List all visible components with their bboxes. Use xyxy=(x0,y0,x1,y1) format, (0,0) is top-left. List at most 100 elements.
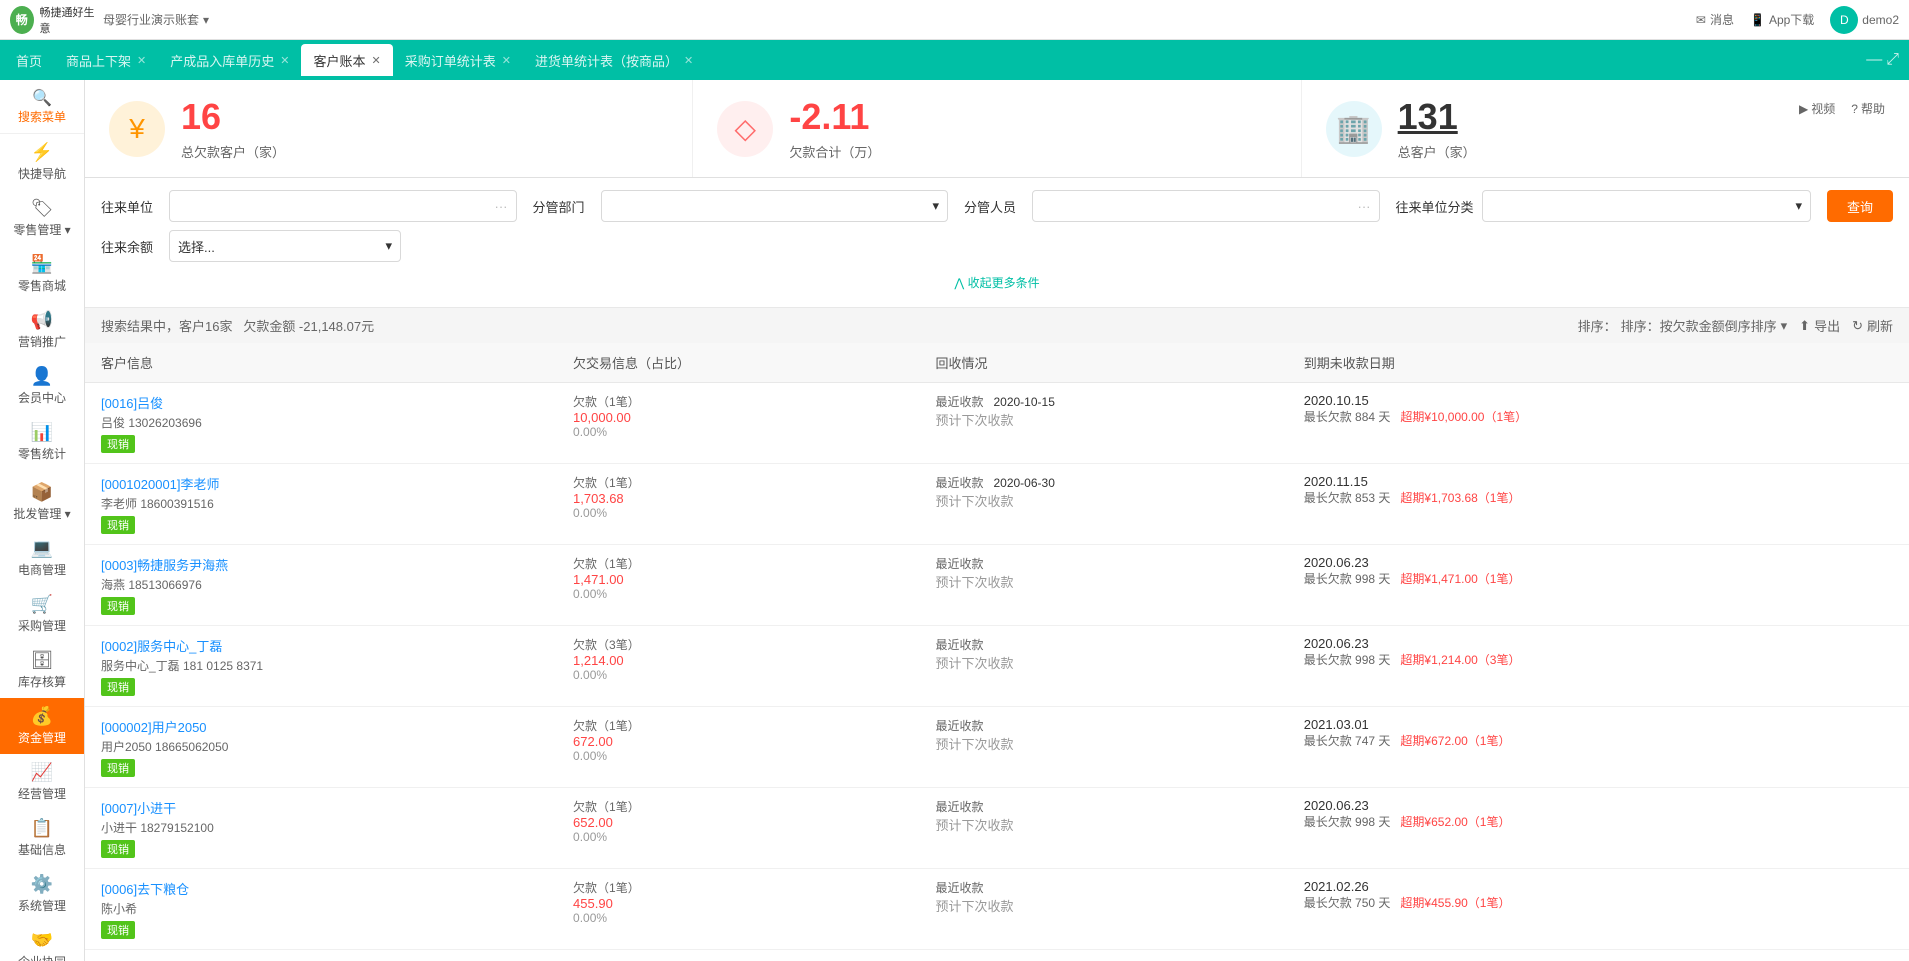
chevron-down-icon: ▾ xyxy=(385,238,392,254)
dept-select[interactable]: ▾ xyxy=(601,190,949,222)
customer-name-link[interactable]: [0002]服务中心_丁磊 xyxy=(101,636,541,655)
debt-pct: 0.00% xyxy=(573,506,903,520)
overdue-days: 最长欠款 853 天 超期¥1,703.68（1笔） xyxy=(1304,489,1893,506)
sidebar-item-basic-info[interactable]: 📋 基础信息 xyxy=(0,810,84,866)
close-icon[interactable]: ✕ xyxy=(137,54,146,67)
customer-tag: 现销 xyxy=(101,516,135,534)
customer-name-link[interactable]: [0003]畅捷服务尹海燕 xyxy=(101,555,541,574)
last-collect-label: 最近收款 xyxy=(935,717,1271,734)
debt-amount: 652.00 xyxy=(573,815,903,830)
debt-pct: 0.00% xyxy=(573,830,903,844)
last-collect-label: 最近收款 2020-06-30 xyxy=(935,474,1271,491)
filter-dept: 分管部门 ▾ xyxy=(533,190,949,222)
stat-total-customers[interactable]: 🏢 131 总客户（家） ▶ 视频 ? 帮助 xyxy=(1302,80,1909,177)
sidebar-item-system[interactable]: ⚙️ 系统管理 xyxy=(0,866,84,922)
balance-select[interactable]: 选择... ▾ xyxy=(169,230,401,262)
app-download-btn[interactable]: 📱 App下载 xyxy=(1750,11,1814,28)
customer-name-link[interactable]: [0016]吕俊 xyxy=(101,393,541,412)
stat-number-overdue-amount: -2.11 xyxy=(789,96,880,138)
sidebar-item-inventory[interactable]: 🗄 库存核算 xyxy=(0,642,84,698)
next-collect-label: 预计下次收款 xyxy=(935,653,1271,672)
sort-selector[interactable]: 排序： 排序：按欠款金额倒序排序 ▾ xyxy=(1578,316,1788,335)
sidebar-item-retail-stat[interactable]: 📊 零售统计 xyxy=(0,414,84,470)
sidebar-item-operation[interactable]: 📈 经营管理 xyxy=(0,754,84,810)
stat-overdue-customers[interactable]: ¥ 16 总欠款客户（家） xyxy=(85,80,693,177)
stat-label-overdue-amount: 欠款合计（万） xyxy=(789,142,880,161)
table-row[interactable]: [0007]小进干 小进干 18279152100 现销 欠款（1笔） 652.… xyxy=(85,788,1909,869)
sidebar-item-retail-mgmt[interactable]: 🏷 零售管理 ▾ xyxy=(0,190,84,246)
sidebar-item-purchase[interactable]: 🛒 采购管理 xyxy=(0,586,84,642)
industry-selector[interactable]: 母婴行业演示账套 ▾ xyxy=(103,11,209,28)
cell-due-date: 2020.10.15 最长欠款 884 天 超期¥10,000.00（1笔） xyxy=(1288,383,1909,464)
tab-product-shelf[interactable]: 商品上下架 ✕ xyxy=(54,44,158,76)
overdue-link[interactable]: 超期¥672.00（1笔） xyxy=(1400,734,1510,748)
last-collect-date: 2020-06-30 xyxy=(987,476,1055,490)
table-row[interactable]: [000002]用户2050 用户2050 18665062050 现销 欠款（… xyxy=(85,707,1909,788)
export-btn[interactable]: ⬆ 导出 xyxy=(1799,316,1840,335)
help-btn[interactable]: ? 帮助 xyxy=(1851,100,1885,117)
close-icon[interactable]: ✕ xyxy=(684,54,693,67)
stat-overdue-amount[interactable]: ◇ -2.11 欠款合计（万） xyxy=(693,80,1301,177)
overdue-link[interactable]: 超期¥455.90（1笔） xyxy=(1400,896,1510,910)
customer-name-link[interactable]: [0006]去下粮仓 xyxy=(101,879,541,898)
cell-collect-info: 最近收款 预计下次收款 xyxy=(919,869,1287,950)
close-icon[interactable]: ✕ xyxy=(372,54,381,67)
supplier-type-select[interactable]: ▾ xyxy=(1482,190,1811,222)
tab-purchase-order[interactable]: 采购订单统计表 ✕ xyxy=(393,44,523,76)
tab-minimize-btn[interactable]: — xyxy=(1866,51,1882,69)
overdue-link[interactable]: 超期¥1,214.00（3笔） xyxy=(1400,653,1520,667)
debt-pct: 0.00% xyxy=(573,587,903,601)
cell-due-date: 2020.12.30 最长欠款 808 天 超期¥429.00（1笔） xyxy=(1288,950,1909,961)
customer-tag: 现销 xyxy=(101,759,135,777)
tab-customer-account[interactable]: 客户账本 ✕ xyxy=(301,44,392,76)
customer-name-link[interactable]: [0001020001]李老师 xyxy=(101,474,541,493)
refresh-btn[interactable]: ↻ 刷新 xyxy=(1852,316,1893,335)
sidebar-item-wholesale[interactable]: 📦 批发管理 ▾ xyxy=(0,474,84,530)
sidebar-item-marketing[interactable]: 📢 营销推广 xyxy=(0,302,84,358)
query-button[interactable]: 查询 xyxy=(1827,190,1893,222)
dots-icon: ··· xyxy=(1358,199,1371,214)
video-help-btn[interactable]: ▶ 视频 xyxy=(1799,100,1835,117)
close-icon[interactable]: ✕ xyxy=(502,54,511,67)
due-date: 2020.06.23 xyxy=(1304,555,1893,570)
user-avatar[interactable]: D demo2 xyxy=(1830,6,1899,34)
search-menu-btn[interactable]: 🔍 搜索菜单 xyxy=(0,80,84,134)
last-collect-label: 最近收款 xyxy=(935,879,1271,896)
table-row[interactable]: [0006]去下粮仓 陈小希 现销 欠款（1笔） 455.90 0.00% 最近… xyxy=(85,869,1909,950)
sidebar-item-quick-nav[interactable]: ⚡ 快捷导航 xyxy=(0,134,84,190)
overdue-link[interactable]: 超期¥10,000.00（1笔） xyxy=(1400,410,1527,424)
table-row[interactable]: [000001]黄思源 黄思源 13552700226 现销 欠款（1笔） 42… xyxy=(85,950,1909,961)
tab-purchase-stat[interactable]: 进货单统计表（按商品） ✕ xyxy=(523,44,705,76)
tab-maximize-btn[interactable]: ⤢ xyxy=(1886,51,1899,69)
customer-name-link[interactable]: [0007]小进干 xyxy=(101,798,541,817)
sidebar-item-member[interactable]: 👤 会员中心 xyxy=(0,358,84,414)
col-header-customer-info: 客户信息 xyxy=(85,343,557,383)
cell-customer-info: [0007]小进干 小进干 18279152100 现销 xyxy=(85,788,557,869)
sidebar-item-finance[interactable]: 💰 资金管理 xyxy=(0,698,84,754)
collapse-filters-btn[interactable]: ⋀ 收起更多条件 xyxy=(101,270,1893,295)
customer-name-link[interactable]: [000002]用户2050 xyxy=(101,717,541,736)
tab-home[interactable]: 首页 xyxy=(4,44,54,76)
export-icon: ⬆ xyxy=(1799,318,1810,334)
table-row[interactable]: [0016]吕俊 吕俊 13026203696 现销 欠款（1笔） 10,000… xyxy=(85,383,1909,464)
sidebar-item-enterprise-coop[interactable]: 🤝 企业协同 xyxy=(0,922,84,961)
tab-product-history[interactable]: 产成品入库单历史 ✕ xyxy=(158,44,301,76)
overdue-link[interactable]: 超期¥652.00（1笔） xyxy=(1400,815,1510,829)
cell-due-date: 2020.11.15 最长欠款 853 天 超期¥1,703.68（1笔） xyxy=(1288,464,1909,545)
next-collect-label: 预计下次收款 xyxy=(935,734,1271,753)
cell-customer-info: [000002]用户2050 用户2050 18665062050 现销 xyxy=(85,707,557,788)
table-row[interactable]: [0002]服务中心_丁磊 服务中心_丁磊 181 0125 8371 现销 欠… xyxy=(85,626,1909,707)
sidebar-item-ecommerce[interactable]: 💻 电商管理 xyxy=(0,530,84,586)
close-icon[interactable]: ✕ xyxy=(280,54,289,67)
table-row[interactable]: [0003]畅捷服务尹海燕 海燕 18513066976 现销 欠款（1笔） 1… xyxy=(85,545,1909,626)
refresh-icon: ↻ xyxy=(1852,318,1863,334)
supplier-input[interactable]: ··· xyxy=(169,190,517,222)
table-row[interactable]: [0001020001]李老师 李老师 18600391516 现销 欠款（1笔… xyxy=(85,464,1909,545)
overdue-link[interactable]: 超期¥1,703.68（1笔） xyxy=(1400,491,1520,505)
overdue-link[interactable]: 超期¥1,471.00（1笔） xyxy=(1400,572,1520,586)
cell-collect-info: 最近收款 2020-06-30 预计下次收款 xyxy=(919,464,1287,545)
message-btn[interactable]: ✉ 消息 xyxy=(1696,11,1734,28)
person-input[interactable]: ··· xyxy=(1032,190,1380,222)
sidebar-item-retail-mall[interactable]: 🏪 零售商城 xyxy=(0,246,84,302)
top-right-bar: ✉ 消息 📱 App下载 D demo2 xyxy=(1696,6,1899,34)
